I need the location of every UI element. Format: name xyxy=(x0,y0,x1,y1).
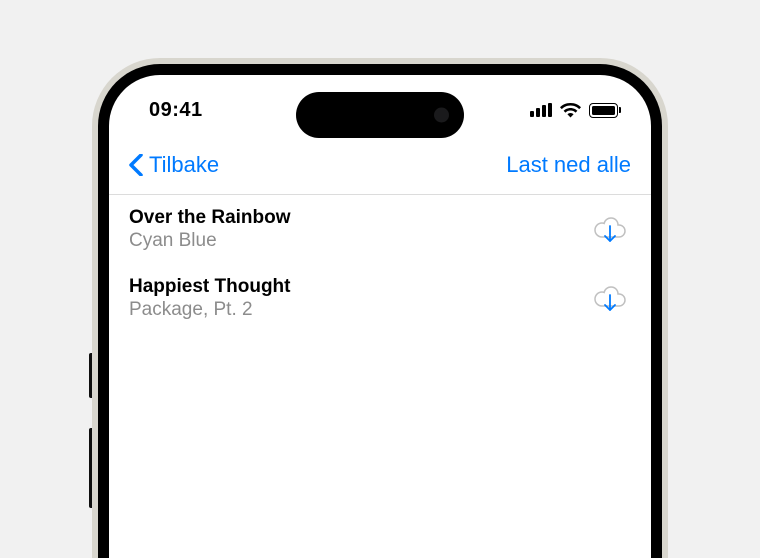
status-indicators xyxy=(530,103,621,118)
back-button[interactable]: Tilbake xyxy=(129,152,219,178)
phone-frame: 09:41 xyxy=(92,58,668,558)
phone-screen: 09:41 xyxy=(109,75,651,558)
cellular-signal-icon xyxy=(530,103,552,117)
track-title: Happiest Thought xyxy=(129,276,290,298)
track-subtitle: Cyan Blue xyxy=(129,230,291,252)
wifi-icon xyxy=(560,103,581,118)
navigation-bar: Tilbake Last ned alle xyxy=(109,135,651,195)
camera-icon xyxy=(434,108,449,123)
dynamic-island xyxy=(296,92,464,138)
chevron-left-icon xyxy=(129,154,144,176)
track-list: Over the Rainbow Cyan Blue Happiest Thou… xyxy=(109,195,651,333)
battery-icon xyxy=(589,103,621,118)
side-button xyxy=(89,428,92,508)
download-all-button[interactable]: Last ned alle xyxy=(506,152,631,178)
track-subtitle: Package, Pt. 2 xyxy=(129,299,290,321)
list-item[interactable]: Over the Rainbow Cyan Blue xyxy=(109,195,651,264)
track-title: Over the Rainbow xyxy=(129,207,291,229)
item-text: Happiest Thought Package, Pt. 2 xyxy=(129,276,290,321)
back-label: Tilbake xyxy=(149,152,219,178)
cloud-download-icon[interactable] xyxy=(589,282,631,316)
list-item[interactable]: Happiest Thought Package, Pt. 2 xyxy=(109,264,651,333)
side-button xyxy=(89,353,92,398)
status-time: 09:41 xyxy=(149,99,203,122)
item-text: Over the Rainbow Cyan Blue xyxy=(129,207,291,252)
cloud-download-icon[interactable] xyxy=(589,213,631,247)
phone-bezel: 09:41 xyxy=(98,64,662,558)
